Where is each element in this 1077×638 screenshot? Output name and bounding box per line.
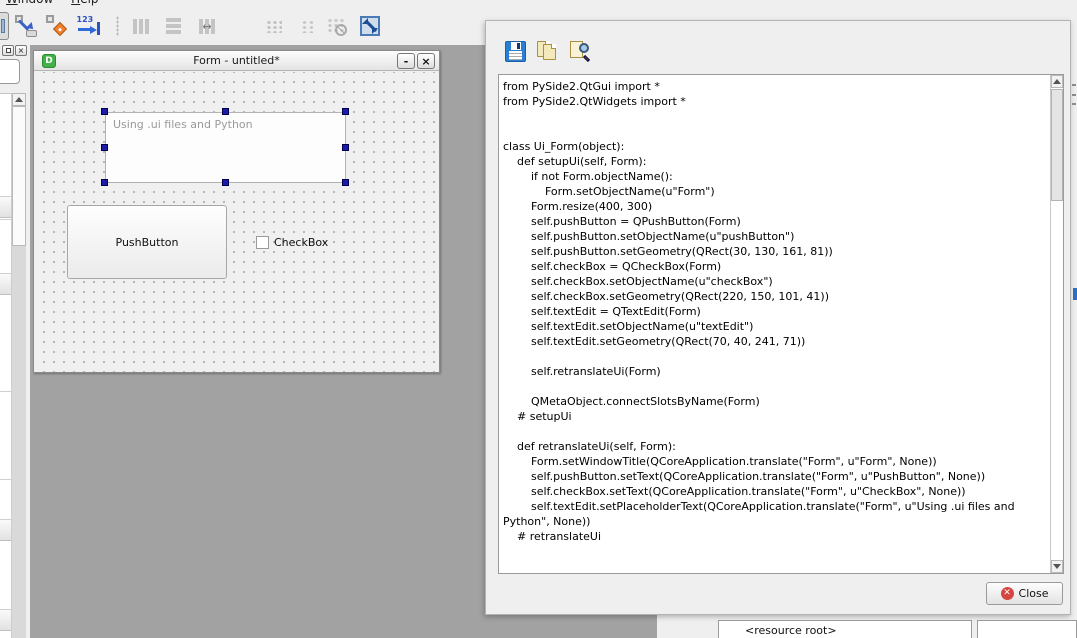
menu-help[interactable]: Help bbox=[71, 0, 98, 6]
menubar-items: Window Help bbox=[6, 0, 113, 6]
layout-form-button bbox=[293, 12, 319, 40]
menubar: Window Help bbox=[0, 0, 1077, 8]
edge-scrollbar-sliver bbox=[1073, 288, 1077, 300]
selection-handle-top-mid[interactable] bbox=[222, 108, 229, 115]
form-canvas[interactable]: Using .ui files and Python PushButton Ch… bbox=[35, 72, 439, 372]
checkbox-indicator[interactable] bbox=[256, 236, 269, 249]
scrollbar-thumb[interactable] bbox=[12, 106, 26, 246]
pushbutton-widget[interactable]: PushButton bbox=[67, 205, 227, 279]
resource-root-item[interactable]: <resource root> bbox=[719, 621, 971, 637]
edit-buddies-button[interactable] bbox=[44, 12, 70, 40]
scroll-up-icon[interactable] bbox=[1051, 75, 1063, 88]
resource-browser-panel-right[interactable] bbox=[977, 620, 1077, 638]
checkbox-label: CheckBox bbox=[274, 236, 328, 249]
edit-tab-order-button[interactable]: 123 bbox=[75, 12, 101, 40]
edge-tick bbox=[1072, 94, 1076, 96]
selection-handle-top-left[interactable] bbox=[101, 108, 108, 115]
close-red-icon: ✕ bbox=[1001, 587, 1014, 600]
close-button-label: Close bbox=[1019, 587, 1049, 600]
scroll-up-icon[interactable] bbox=[12, 93, 26, 106]
menu-window[interactable]: Window bbox=[6, 0, 53, 6]
float-icon bbox=[6, 48, 11, 53]
checkbox-widget[interactable]: CheckBox bbox=[256, 222, 357, 263]
widget-box-list[interactable] bbox=[0, 93, 11, 638]
layout-grid-icon bbox=[265, 19, 282, 33]
close-dialog-button[interactable]: ✕ Close bbox=[986, 582, 1063, 605]
widget-filter-input[interactable] bbox=[0, 59, 20, 84]
edit-tab-order-icon: 123 bbox=[77, 15, 100, 37]
edit-widgets-button[interactable] bbox=[0, 12, 9, 40]
layout-horizontal-splitter-button: ↔ bbox=[194, 12, 220, 40]
adjust-size-icon bbox=[360, 16, 380, 36]
layout-vertical-icon bbox=[166, 18, 181, 34]
selection-handle-mid-left[interactable] bbox=[101, 144, 108, 151]
code-scrollbar[interactable] bbox=[1050, 75, 1063, 573]
form-designer-window[interactable]: D Form - untitled* - × Using .ui files a… bbox=[33, 50, 440, 373]
edit-signals-slots-icon bbox=[15, 15, 37, 37]
close-icon: × bbox=[18, 46, 25, 55]
dock-close-button[interactable]: × bbox=[15, 45, 27, 56]
form-titlebar[interactable]: D Form - untitled* - × bbox=[34, 51, 439, 71]
copy-button[interactable] bbox=[534, 38, 560, 64]
code-preview-dialog[interactable]: from PySide2.QtGui import * from PySide2… bbox=[485, 20, 1071, 615]
save-button[interactable] bbox=[502, 38, 528, 64]
layout-form-icon bbox=[300, 19, 313, 33]
dock-float-button[interactable] bbox=[2, 45, 14, 56]
scroll-down-icon[interactable] bbox=[1051, 560, 1063, 573]
break-layout-button bbox=[323, 12, 349, 40]
pushbutton-label: PushButton bbox=[116, 236, 179, 249]
selection-handle-bottom-right[interactable] bbox=[342, 179, 349, 186]
selection-handle-top-right[interactable] bbox=[342, 108, 349, 115]
selection-handle-bottom-mid[interactable] bbox=[222, 179, 229, 186]
code-text[interactable]: from PySide2.QtGui import * from PySide2… bbox=[499, 75, 1050, 573]
selection-handle-bottom-left[interactable] bbox=[101, 179, 108, 186]
edit-buddies-icon bbox=[46, 15, 68, 37]
code-editor[interactable]: from PySide2.QtGui import * from PySide2… bbox=[498, 74, 1064, 574]
edit-widgets-icon bbox=[1, 19, 5, 33]
edit-signals-slots-button[interactable] bbox=[13, 12, 39, 40]
edit-mode-toolbar: 123 ↔ ↕ bbox=[0, 8, 484, 45]
form-title: Form - untitled* bbox=[34, 54, 439, 67]
layout-vertical-button bbox=[160, 12, 186, 40]
find-icon bbox=[568, 40, 590, 62]
edge-tick bbox=[1072, 103, 1076, 105]
toolbar-separator bbox=[116, 16, 119, 36]
break-layout-icon bbox=[327, 18, 345, 34]
find-button[interactable] bbox=[566, 38, 592, 64]
widget-box-scrollbar[interactable] bbox=[11, 93, 26, 638]
resource-browser-panel[interactable]: <resource root> bbox=[718, 620, 972, 638]
widget-box-dock: × bbox=[0, 45, 30, 638]
form-close-button[interactable]: × bbox=[417, 53, 435, 69]
scrollbar-thumb[interactable] bbox=[1051, 89, 1063, 201]
designer-form-icon: D bbox=[42, 54, 56, 68]
adjust-size-button[interactable] bbox=[357, 12, 383, 40]
textedit-widget[interactable]: Using .ui files and Python bbox=[105, 112, 346, 183]
copy-icon bbox=[536, 40, 558, 62]
edge-tick bbox=[1072, 84, 1076, 86]
selection-handle-mid-right[interactable] bbox=[342, 144, 349, 151]
save-icon bbox=[505, 41, 526, 62]
textedit-placeholder: Using .ui files and Python bbox=[106, 113, 345, 136]
form-minimize-button[interactable]: - bbox=[397, 53, 415, 69]
layout-horizontal-icon bbox=[133, 19, 149, 34]
layout-grid-button bbox=[260, 12, 286, 40]
layout-horizontal-button bbox=[128, 12, 154, 40]
